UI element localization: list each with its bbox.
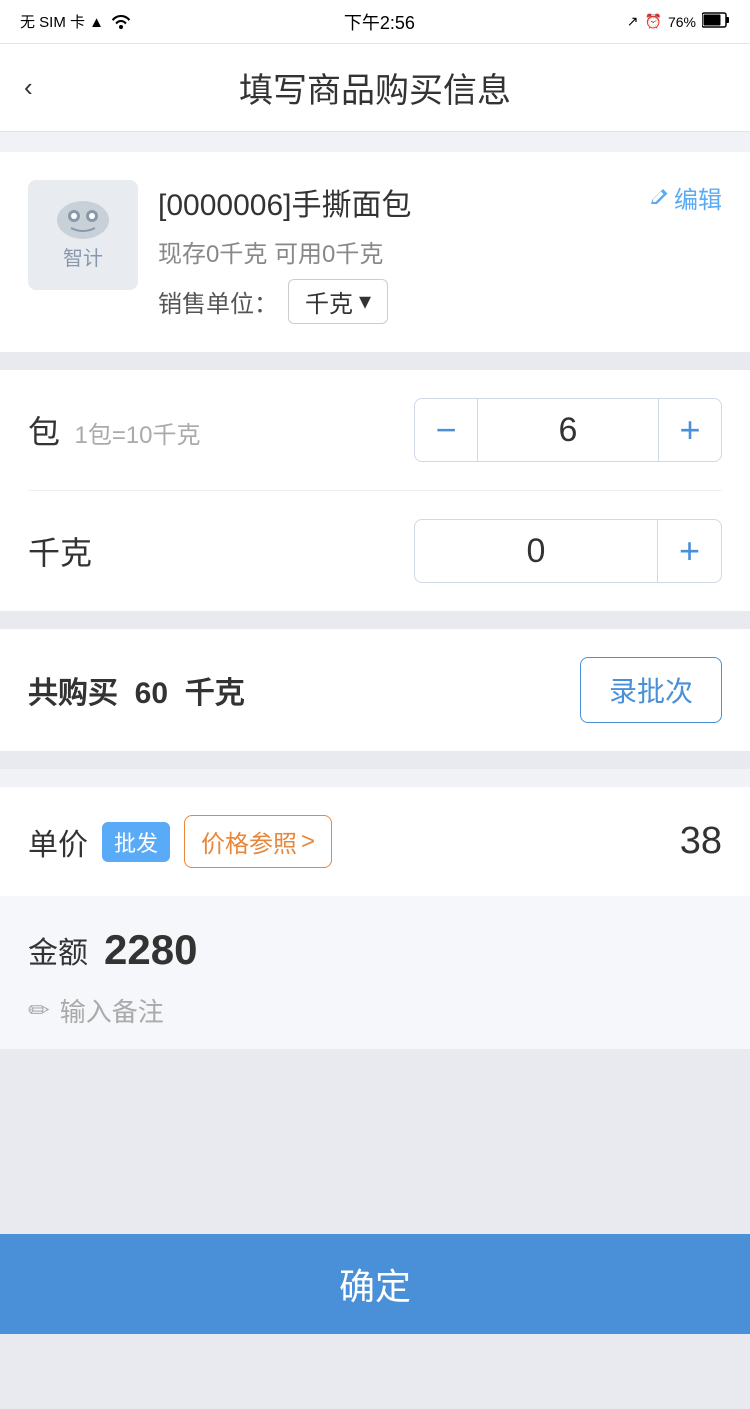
- price-section: 单价 批发 价格参照 > 38: [0, 787, 750, 896]
- bao-input[interactable]: [478, 398, 658, 462]
- price-tag: 批发: [102, 822, 170, 862]
- price-ref-label: 价格参照: [201, 824, 297, 859]
- total-section: 共购买 60 千克 录批次: [0, 629, 750, 751]
- status-right: ↗ ⏰ 76%: [627, 12, 730, 31]
- pencil-icon: ✏: [28, 995, 50, 1026]
- batch-button[interactable]: 录批次: [580, 657, 722, 723]
- total-amount: 60: [135, 677, 168, 710]
- unit-label: 销售单位：: [158, 284, 278, 319]
- logo-text: 智计: [63, 242, 103, 271]
- price-left: 单价 批发 价格参照 >: [28, 815, 332, 868]
- edit-label: 编辑: [674, 180, 722, 215]
- amount-row: 金额 2280: [28, 926, 722, 974]
- no-sim-text: 无 SIM 卡 ▲: [20, 11, 104, 32]
- nav-bar: ‹ 填写商品购买信息: [0, 44, 750, 132]
- bao-minus-btn[interactable]: −: [414, 398, 478, 462]
- product-info: [0000006]手撕面包 编辑 现存0千克 可用0千克 销售单位： 千克 ▾: [158, 180, 722, 324]
- confirm-bar[interactable]: 确定: [0, 1234, 750, 1334]
- product-name: [0000006]手撕面包: [158, 180, 648, 224]
- total-prefix: 共购买: [28, 677, 118, 710]
- product-stock: 现存0千克 可用0千克: [158, 234, 722, 269]
- total-text: 共购买 60 千克: [28, 668, 245, 712]
- quantity-section: 包 1包=10千克 − + 千克 +: [0, 370, 750, 611]
- clock-icon: ⏰: [645, 13, 662, 30]
- quantity-label-bao: 包 1包=10千克: [28, 407, 201, 453]
- price-value: 38: [680, 820, 722, 863]
- product-header: [0000006]手撕面包 编辑: [158, 180, 722, 224]
- note-placeholder: 输入备注: [60, 992, 164, 1029]
- kg-label: 千克: [28, 535, 92, 571]
- kg-input[interactable]: [414, 519, 658, 583]
- amount-label: 金额: [28, 928, 88, 972]
- quantity-label-kg: 千克: [28, 528, 92, 574]
- status-bar: 无 SIM 卡 ▲ 下午2:56 ↗ ⏰ 76%: [0, 0, 750, 44]
- amount-value: 2280: [104, 926, 197, 974]
- product-thumbnail: 智计: [28, 180, 138, 290]
- bao-control: − +: [414, 398, 722, 462]
- kg-control: +: [414, 519, 722, 583]
- price-ref-button[interactable]: 价格参照 >: [184, 815, 332, 868]
- divider-3: [0, 751, 750, 769]
- back-button[interactable]: ‹: [24, 62, 43, 113]
- price-row: 单价 批发 价格参照 > 38: [28, 815, 722, 868]
- battery-icon: [702, 12, 730, 31]
- edit-button[interactable]: 编辑: [648, 180, 722, 215]
- gps-icon: ↗: [627, 13, 639, 30]
- quantity-row-kg: 千克 +: [28, 491, 722, 611]
- divider-1: [0, 352, 750, 370]
- divider-2: [0, 611, 750, 629]
- unit-select[interactable]: 千克 ▾: [288, 279, 388, 324]
- bao-sub: 1包=10千克: [74, 422, 200, 449]
- battery-text: 76%: [668, 14, 696, 30]
- total-unit: 千克: [185, 677, 245, 710]
- note-row[interactable]: ✏ 输入备注: [28, 992, 722, 1029]
- product-thumb-logo: 智计: [56, 200, 110, 271]
- unit-chevron: ▾: [359, 287, 371, 316]
- price-ref-chevron: >: [301, 828, 315, 856]
- kg-plus-btn[interactable]: +: [658, 519, 722, 583]
- status-left: 无 SIM 卡 ▲: [20, 11, 132, 33]
- price-label: 单价: [28, 820, 88, 864]
- bottom-space: [0, 1049, 750, 1409]
- unit-value: 千克: [305, 284, 353, 319]
- quantity-row-bao: 包 1包=10千克 − +: [28, 370, 722, 491]
- bao-label: 包: [28, 414, 60, 450]
- wifi-icon: [110, 11, 132, 33]
- status-time: 下午2:56: [344, 9, 415, 35]
- product-section: 智计 [0000006]手撕面包 编辑 现存0千克 可用0千克 销售单位： 千克…: [0, 152, 750, 352]
- amount-section: 金额 2280 ✏ 输入备注: [0, 896, 750, 1049]
- bao-plus-btn[interactable]: +: [658, 398, 722, 462]
- product-unit-row: 销售单位： 千克 ▾: [158, 279, 722, 324]
- page-title: 填写商品购买信息: [239, 63, 511, 112]
- confirm-button[interactable]: 确定: [339, 1258, 411, 1310]
